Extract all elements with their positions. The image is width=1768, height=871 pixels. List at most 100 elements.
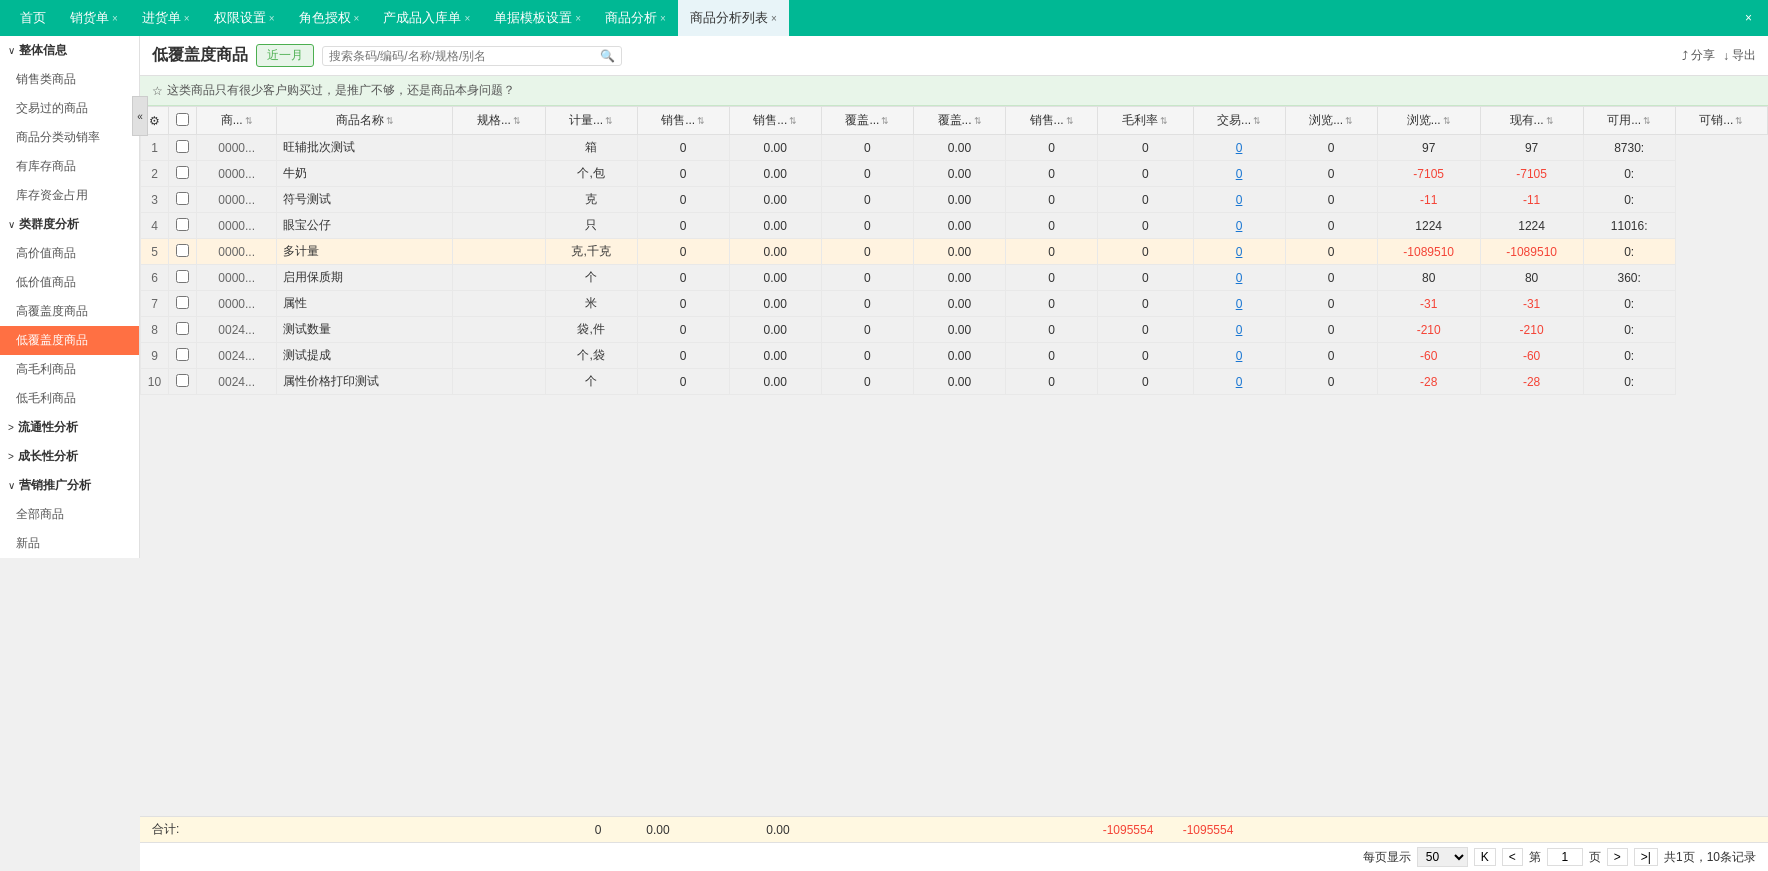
row-browse1[interactable]: 0	[1193, 161, 1285, 187]
time-filter-button[interactable]: 近一月	[256, 44, 314, 67]
sidebar-item-low-coverage[interactable]: 低覆盖度商品	[0, 326, 139, 355]
window-close-button[interactable]: ×	[1737, 11, 1760, 25]
col-header-name[interactable]: 商品名称⇅	[277, 107, 453, 135]
row-browse1[interactable]: 0	[1193, 135, 1285, 161]
sidebar-section-overall[interactable]: ∨ 整体信息	[0, 36, 139, 65]
nav-goods-analysis-list[interactable]: 商品分析列表 ×	[678, 0, 789, 36]
sidebar-item-in-stock-goods[interactable]: 有库存商品	[0, 152, 139, 181]
section-liquidity-arrow: >	[8, 422, 14, 433]
nav-template[interactable]: 单据模板设置 ×	[482, 0, 593, 36]
sidebar-item-category-turnover[interactable]: 商品分类动销率	[0, 123, 139, 152]
sidebar-section-marketing[interactable]: ∨ 营销推广分析	[0, 471, 139, 500]
sidebar-item-low-margin[interactable]: 低毛利商品	[0, 384, 139, 413]
col-header-sales1[interactable]: 销售...⇅	[637, 107, 729, 135]
row-checkbox[interactable]	[176, 218, 189, 231]
row-stock2: -210	[1480, 317, 1583, 343]
nav-goods-analysis[interactable]: 商品分析 ×	[593, 0, 678, 36]
table-row: 1 0000... 旺辅批次测试 箱 0 0.00 0 0.00 0 0 0 0…	[141, 135, 1768, 161]
col-header-cov2[interactable]: 覆盖...⇅	[913, 107, 1005, 135]
row-checkbox[interactable]	[176, 348, 189, 361]
nav-template-close[interactable]: ×	[575, 13, 581, 24]
next-page-button[interactable]: >	[1607, 848, 1628, 866]
nav-role-close[interactable]: ×	[354, 13, 360, 24]
row-s1: 0	[637, 291, 729, 317]
col-header-browse2[interactable]: 浏览...⇅	[1377, 107, 1480, 135]
row-checkbox[interactable]	[176, 322, 189, 335]
table-row: 6 0000... 启用保质期 个 0 0.00 0 0.00 0 0 0 0 …	[141, 265, 1768, 291]
row-code: 0024...	[197, 343, 277, 369]
nav-product-warehouse-close[interactable]: ×	[464, 13, 470, 24]
row-checkbox[interactable]	[176, 296, 189, 309]
sidebar-item-stock-capital[interactable]: 库存资金占用	[0, 181, 139, 210]
sidebar-item-traded-goods[interactable]: 交易过的商品	[0, 94, 139, 123]
col-header-margin[interactable]: 毛利率⇅	[1098, 107, 1193, 135]
row-browse1[interactable]: 0	[1193, 187, 1285, 213]
row-browse1[interactable]: 0	[1193, 343, 1285, 369]
col-header-stock1[interactable]: 现有...⇅	[1480, 107, 1583, 135]
export-icon: ↓	[1723, 49, 1729, 63]
nav-sales[interactable]: 销货单 ×	[58, 0, 130, 36]
nav-permission-close[interactable]: ×	[269, 13, 275, 24]
col-header-check[interactable]	[169, 107, 197, 135]
nav-goods-analysis-close[interactable]: ×	[660, 13, 666, 24]
sidebar-item-new-goods[interactable]: 新品	[0, 529, 139, 558]
first-page-button[interactable]: K	[1474, 848, 1496, 866]
row-browse1[interactable]: 0	[1193, 369, 1285, 395]
nav-purchase-close[interactable]: ×	[184, 13, 190, 24]
col-header-code[interactable]: 商...⇅	[197, 107, 277, 135]
sidebar-section-growth[interactable]: > 成长性分析	[0, 442, 139, 471]
sidebar-section-cluster[interactable]: ∨ 类群度分析	[0, 210, 139, 239]
row-checkbox[interactable]	[176, 374, 189, 387]
row-s1: 0	[637, 213, 729, 239]
sidebar-item-low-value[interactable]: 低价值商品	[0, 268, 139, 297]
prev-page-button[interactable]: <	[1502, 848, 1523, 866]
sidebar-item-all-goods[interactable]: 全部商品	[0, 500, 139, 529]
export-button[interactable]: ↓ 导出	[1723, 47, 1756, 64]
row-checkbox[interactable]	[176, 140, 189, 153]
col-header-sales2[interactable]: 销售...⇅	[729, 107, 821, 135]
select-all-checkbox[interactable]	[176, 113, 189, 126]
search-input[interactable]	[329, 49, 600, 63]
nav-purchase[interactable]: 进货单 ×	[130, 0, 202, 36]
row-s3: 0	[821, 161, 913, 187]
col-header-stock3[interactable]: 可销...⇅	[1675, 107, 1767, 135]
col-header-cov1[interactable]: 覆盖...⇅	[821, 107, 913, 135]
row-browse1[interactable]: 0	[1193, 265, 1285, 291]
col-header-unit[interactable]: 计量...⇅	[545, 107, 637, 135]
row-s6: 0	[1098, 369, 1193, 395]
row-checkbox-cell	[169, 265, 197, 291]
page-size-select[interactable]: 50 20 100 200	[1417, 847, 1468, 867]
sidebar-collapse-button[interactable]: «	[132, 96, 148, 136]
row-browse1[interactable]: 0	[1193, 317, 1285, 343]
col-header-transaction[interactable]: 交易...⇅	[1193, 107, 1285, 135]
row-checkbox[interactable]	[176, 192, 189, 205]
row-browse1[interactable]: 0	[1193, 213, 1285, 239]
page-number-input[interactable]	[1547, 848, 1583, 866]
share-button[interactable]: ⤴ 分享	[1682, 47, 1715, 64]
row-stock3: 360:	[1583, 265, 1675, 291]
row-browse1[interactable]: 0	[1193, 291, 1285, 317]
nav-role[interactable]: 角色授权 ×	[287, 0, 372, 36]
sidebar-item-high-margin[interactable]: 高毛利商品	[0, 355, 139, 384]
nav-home[interactable]: 首页	[8, 0, 58, 36]
row-checkbox[interactable]	[176, 270, 189, 283]
sidebar-item-high-coverage[interactable]: 高覆盖度商品	[0, 297, 139, 326]
row-s4: 0.00	[913, 291, 1005, 317]
row-spec	[453, 135, 545, 161]
col-header-stock2[interactable]: 可用...⇅	[1583, 107, 1675, 135]
sidebar-item-high-value[interactable]: 高价值商品	[0, 239, 139, 268]
row-checkbox[interactable]	[176, 166, 189, 179]
row-s6: 0	[1098, 187, 1193, 213]
last-page-button[interactable]: >|	[1634, 848, 1658, 866]
row-checkbox[interactable]	[176, 244, 189, 257]
col-header-browse1[interactable]: 浏览...⇅	[1285, 107, 1377, 135]
sidebar-section-liquidity[interactable]: > 流通性分析	[0, 413, 139, 442]
col-header-spec[interactable]: 规格...⇅	[453, 107, 545, 135]
nav-goods-analysis-list-close[interactable]: ×	[771, 13, 777, 24]
row-browse1[interactable]: 0	[1193, 239, 1285, 265]
col-header-sales3[interactable]: 销售...⇅	[1006, 107, 1098, 135]
sidebar-item-sales-goods[interactable]: 销售类商品	[0, 65, 139, 94]
nav-sales-close[interactable]: ×	[112, 13, 118, 24]
nav-product-warehouse[interactable]: 产成品入库单 ×	[371, 0, 482, 36]
nav-permission[interactable]: 权限设置 ×	[202, 0, 287, 36]
